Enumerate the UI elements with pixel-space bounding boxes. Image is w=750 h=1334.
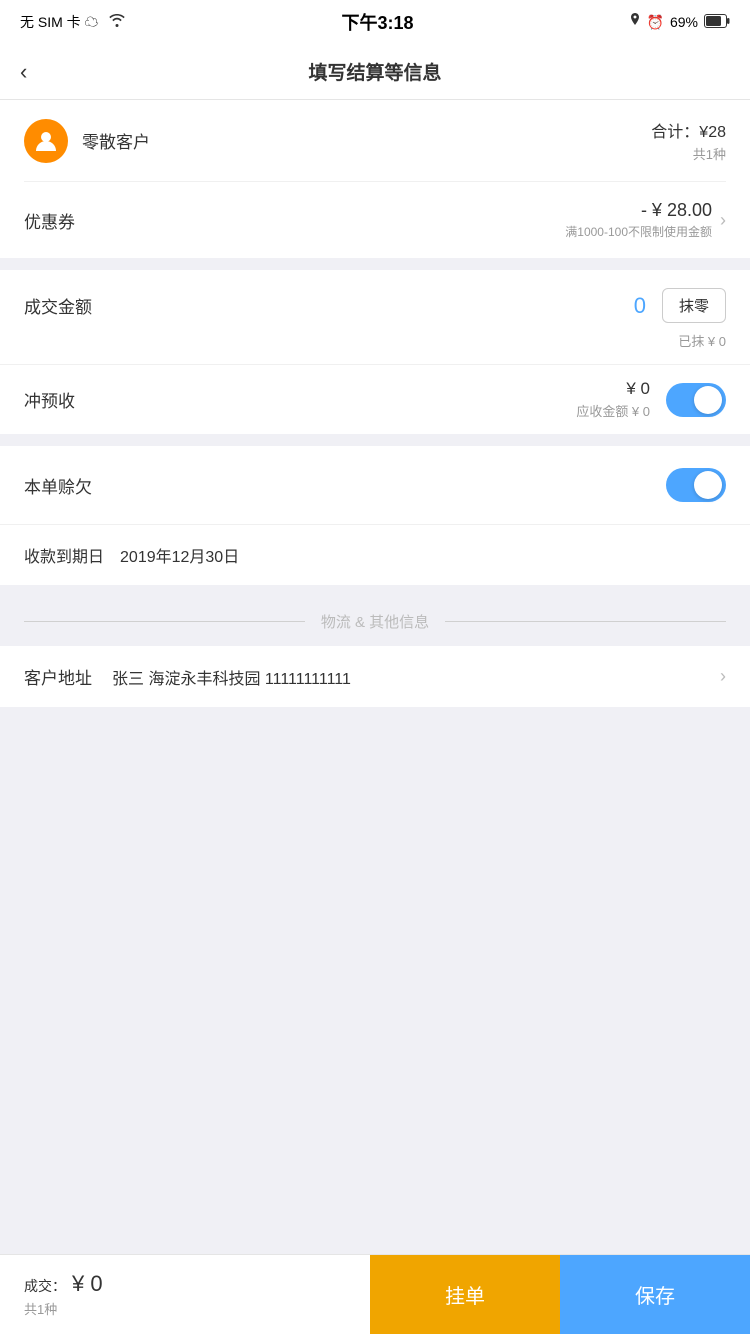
debt-label: 本单赊欠	[24, 473, 92, 498]
battery-text: 69%	[670, 14, 698, 30]
location-icon	[629, 13, 641, 32]
debt-card: 本单赊欠 收款到期日 2019年12月30日	[0, 446, 750, 585]
coupon-value-wrap: - ¥ 28.00 满1000-100不限制使用金额	[565, 200, 712, 240]
address-card[interactable]: 客户地址 张三 海淀永丰科技园 11111111111 ›	[0, 646, 750, 707]
prepay-label: 冲预收	[24, 387, 75, 412]
prepay-toggle[interactable]	[666, 383, 726, 417]
amount-sub: 已抹 ¥ 0	[0, 331, 750, 364]
customer-row: 零散客户 合计：¥28 共1种	[0, 100, 750, 181]
duedate-value: 2019年12月30日	[120, 543, 239, 567]
pending-button[interactable]: 挂单	[370, 1255, 560, 1334]
logistics-line-right	[445, 621, 726, 622]
bottom-label: 成交：	[24, 1276, 66, 1296]
nav-bar: ‹ 填写结算等信息	[0, 44, 750, 100]
save-button[interactable]: 保存	[560, 1255, 750, 1334]
total-count: 共1种	[651, 144, 726, 163]
customer-name: 零散客户	[82, 128, 150, 153]
bottom-bar: 成交： ¥ 0 共1种 挂单 保存	[0, 1254, 750, 1334]
transaction-card: 成交金额 0 抹零 已抹 ¥ 0 冲预收 ¥ 0 应收金额 ¥ 0	[0, 270, 750, 434]
status-left: 无 SIM 卡 ☁	[20, 12, 127, 32]
amount-right: 0 抹零	[634, 288, 726, 323]
coupon-value: - ¥ 28.00	[565, 200, 712, 221]
debt-row: 本单赊欠	[0, 446, 750, 524]
customer-left: 零散客户	[24, 119, 150, 163]
logistics-line-left	[24, 621, 305, 622]
coupon-desc: 满1000-100不限制使用金额	[565, 223, 712, 240]
customer-card: 零散客户 合计：¥28 共1种 优惠券 - ¥ 28.00 满1000-100不…	[0, 100, 750, 258]
coupon-label: 优惠券	[24, 208, 75, 233]
status-right: ⏰ 69%	[629, 13, 730, 32]
prepay-amount: ¥ 0	[576, 379, 650, 399]
status-time: 下午3:18	[342, 9, 414, 35]
prepay-right: ¥ 0 应收金额 ¥ 0	[576, 379, 726, 420]
round-button[interactable]: 抹零	[662, 288, 726, 323]
prepay-amount-wrap: ¥ 0 应收金额 ¥ 0	[576, 379, 650, 420]
bottom-info: 成交： ¥ 0 共1种	[0, 1271, 370, 1318]
content: 零散客户 合计：¥28 共1种 优惠券 - ¥ 28.00 满1000-100不…	[0, 100, 750, 807]
address-value: 张三 海淀永丰科技园 11111111111	[112, 665, 720, 689]
total-amount: 合计：¥28	[651, 118, 726, 142]
bottom-count: 共1种	[24, 1299, 346, 1318]
battery-icon	[704, 14, 730, 31]
coupon-right: - ¥ 28.00 满1000-100不限制使用金额 ›	[565, 200, 726, 240]
coupon-chevron-icon: ›	[720, 210, 726, 231]
customer-avatar	[24, 119, 68, 163]
duedate-label: 收款到期日	[24, 543, 104, 567]
address-label: 客户地址	[24, 664, 92, 689]
status-bar: 无 SIM 卡 ☁ 下午3:18 ⏰ 69%	[0, 0, 750, 44]
address-chevron-icon: ›	[720, 666, 726, 687]
bottom-amount: ¥ 0	[72, 1271, 103, 1297]
amount-value: 0	[634, 293, 646, 319]
amount-label: 成交金额	[24, 293, 92, 318]
duedate-row: 收款到期日 2019年12月30日	[0, 524, 750, 585]
coupon-row[interactable]: 优惠券 - ¥ 28.00 满1000-100不限制使用金额 ›	[0, 182, 750, 258]
logistics-section-label: 物流 & 其他信息	[321, 611, 429, 632]
logistics-divider: 物流 & 其他信息	[0, 597, 750, 646]
alarm-icon: ⏰	[647, 14, 664, 31]
debt-toggle[interactable]	[666, 468, 726, 502]
prepay-sub: 应收金额 ¥ 0	[576, 401, 650, 420]
amount-row: 成交金额 0 抹零	[0, 270, 750, 331]
wifi-icon	[107, 13, 127, 31]
prepay-row: 冲预收 ¥ 0 应收金额 ¥ 0	[0, 364, 750, 434]
back-button[interactable]: ‹	[20, 59, 27, 85]
customer-total: 合计：¥28 共1种	[651, 118, 726, 163]
no-sim-text: 无 SIM 卡 ☁	[20, 12, 99, 32]
page-title: 填写结算等信息	[308, 58, 441, 85]
